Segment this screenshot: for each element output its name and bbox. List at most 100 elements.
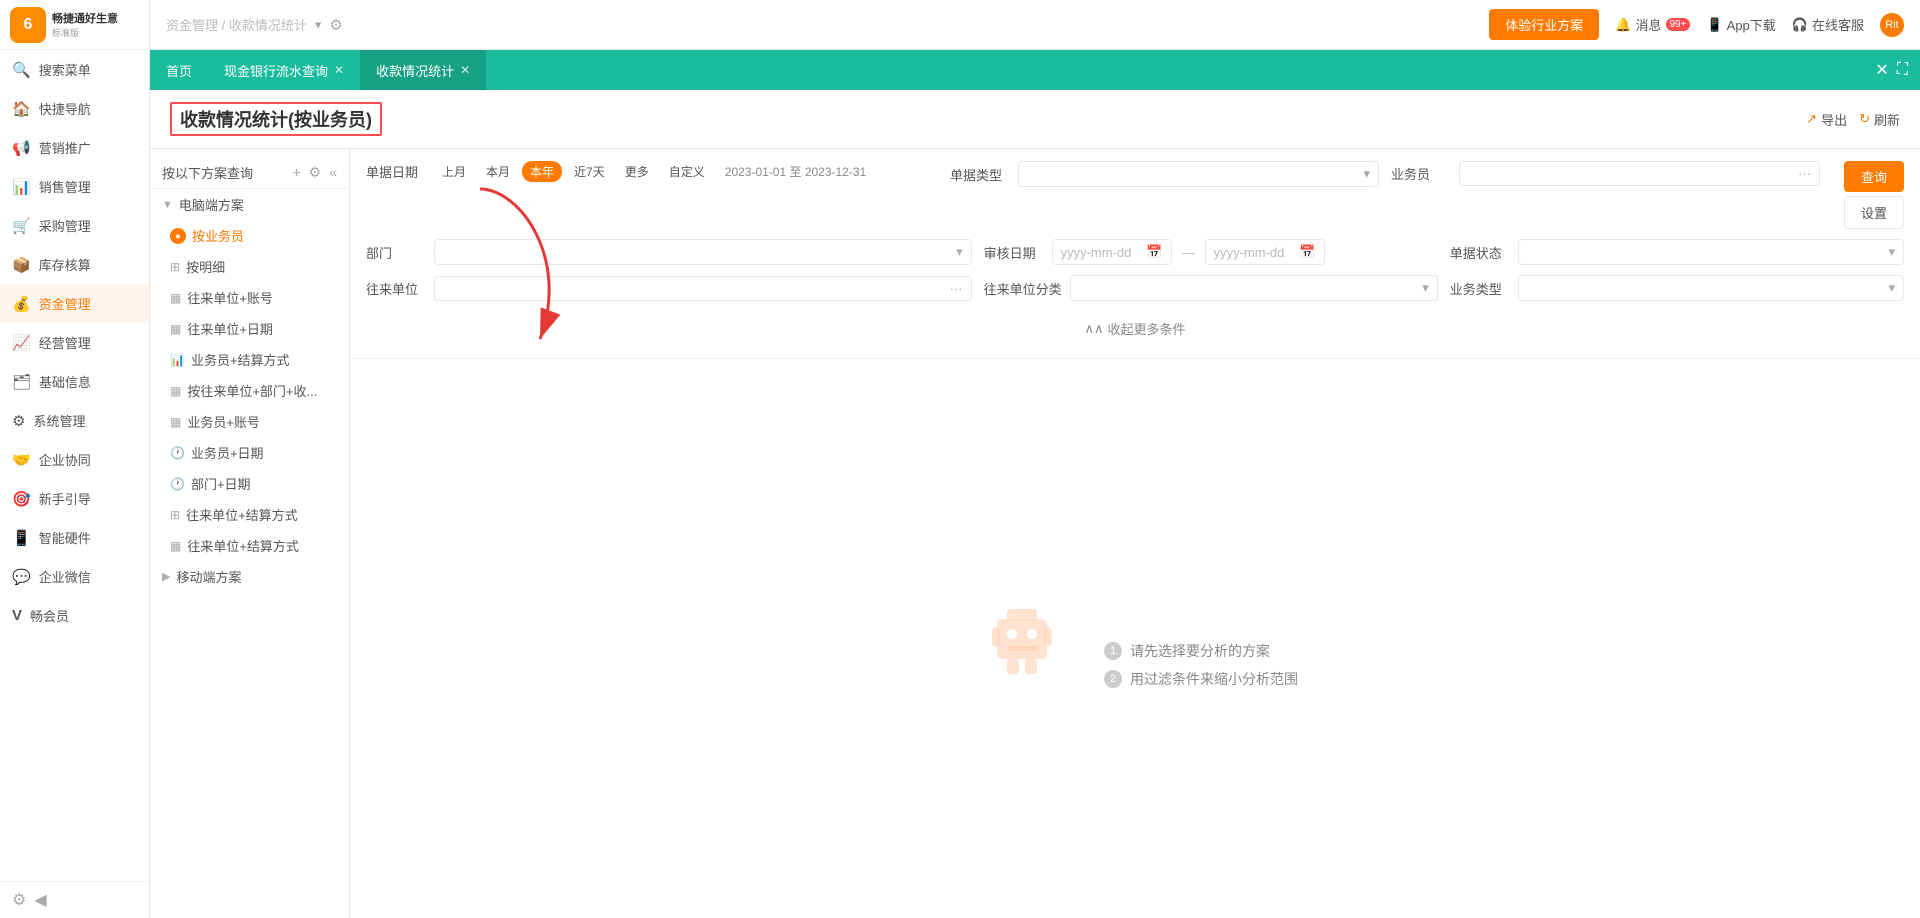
tab-bank[interactable]: 现金银行流水查询 ✕ — [208, 50, 360, 90]
business-type-caret: ▾ — [1888, 280, 1895, 296]
tree-section-desktop-label[interactable]: ▼ 电脑端方案 — [150, 189, 349, 220]
voucher-status-caret: ▾ — [1888, 244, 1895, 260]
bell-icon: 🔔 — [1615, 17, 1631, 33]
scheme-gear-icon[interactable]: ⚙ — [309, 164, 322, 181]
tree-item-partner-dept[interactable]: ▦ 按往来单位+部门+收... — [158, 375, 349, 406]
date-tab-more[interactable]: 更多 — [617, 161, 657, 182]
tree-item-sales-settle[interactable]: 📊 业务员+结算方式 — [158, 344, 349, 375]
query-button[interactable]: 查询 — [1844, 161, 1904, 192]
tree-item-by-salesperson[interactable]: ● 按业务员 — [158, 220, 349, 251]
settings-icon[interactable]: ⚙ — [12, 890, 26, 910]
tree-item-dept-date[interactable]: 🕐 部门+日期 — [158, 468, 349, 499]
sidebar-item-purchase[interactable]: 🛒 采购管理 — [0, 206, 149, 245]
sidebar-item-search[interactable]: 🔍 搜索菜单 — [0, 50, 149, 89]
salesperson-dots[interactable]: ··· — [1798, 166, 1811, 181]
page-content: 收款情况统计(按业务员) ↗ 导出 ↻ 刷新 按以下方案查询 + — [150, 90, 1920, 918]
tab-bank-close-icon[interactable]: ✕ — [334, 63, 344, 77]
tree-icon-partner-settle1: ⊞ — [170, 508, 180, 522]
review-date-from[interactable]: yyyy-mm-dd 📅 — [1052, 239, 1172, 265]
top-header: 资金管理 / 收款情况统计 ▾ ⚙ 体验行业方案 🔔 消息 99+ 📱 App下… — [150, 0, 1920, 50]
member-icon: V — [12, 607, 22, 624]
refresh-button[interactable]: ↻ 刷新 — [1859, 110, 1900, 129]
header-gear-icon[interactable]: ⚙ — [329, 16, 342, 34]
tree-item-salesperson-label: 按业务员 — [192, 226, 244, 245]
sidebar-item-basic[interactable]: 🗂 基础信息 — [0, 362, 149, 401]
sidebar-label-search: 搜索菜单 — [39, 60, 91, 79]
sidebar-item-hardware[interactable]: 📱 智能硬件 — [0, 518, 149, 557]
partner-category-select[interactable]: ▾ — [1070, 275, 1438, 301]
tree-item-sales-account[interactable]: ▦ 业务员+账号 — [158, 406, 349, 437]
partner-select[interactable]: ··· — [434, 276, 972, 301]
dept-select[interactable]: ▾ — [434, 239, 972, 265]
export-button[interactable]: ↗ 导出 — [1806, 110, 1847, 129]
app-download-action[interactable]: 📱 App下载 — [1706, 15, 1775, 34]
partner-dots[interactable]: ··· — [950, 281, 963, 296]
date-tab-custom[interactable]: 自定义 — [661, 161, 713, 182]
user-action[interactable]: Rit — [1880, 13, 1904, 37]
calendar-from-icon: 📅 — [1146, 244, 1162, 260]
sidebar-item-operation[interactable]: 📈 经营管理 — [0, 323, 149, 362]
tree-item-partner-date[interactable]: ▦ 往来单位+日期 — [158, 313, 349, 344]
empty-tip-2: 2 用过滤条件来缩小分析范围 — [1104, 669, 1298, 689]
sidebar-item-inventory[interactable]: 📦 库存核算 — [0, 245, 149, 284]
collapse-sidebar-icon[interactable]: ◀ — [34, 890, 46, 910]
left-panel-header: 按以下方案查询 + ⚙ « — [150, 157, 349, 189]
tab-close-all-icon[interactable]: ✕ — [1875, 60, 1888, 80]
sidebar-item-enterprise[interactable]: 🤝 企业协同 — [0, 440, 149, 479]
sidebar-item-system[interactable]: ⚙ 系统管理 — [0, 401, 149, 440]
headset-icon: 🎧 — [1792, 17, 1808, 33]
tab-receipt[interactable]: 收款情况统计 ✕ — [360, 50, 486, 90]
voucher-type-label: 单据类型 — [950, 165, 1010, 184]
sidebar-label-marketing: 营销推广 — [39, 138, 91, 157]
date-tab-this-month[interactable]: 本月 — [478, 161, 518, 182]
tree-item-sales-date[interactable]: 🕐 业务员+日期 — [158, 437, 349, 468]
sidebar-item-sales[interactable]: 📊 销售管理 — [0, 167, 149, 206]
tree-item-partner-date-label: 往来单位+日期 — [187, 319, 273, 338]
tab-fullscreen-icon[interactable]: ⛶ — [1897, 61, 1908, 79]
tab-home[interactable]: 首页 — [150, 50, 208, 90]
breadcrumb-dropdown-icon[interactable]: ▾ — [315, 17, 322, 33]
tree-item-detail-label: 按明细 — [186, 257, 225, 276]
sidebar-label-wechat: 企业微信 — [39, 567, 91, 586]
business-type-select[interactable]: ▾ — [1518, 275, 1904, 301]
wechat-icon: 💬 — [12, 568, 31, 586]
date-tab-last-month[interactable]: 上月 — [434, 161, 474, 182]
sidebar-item-finance[interactable]: 💰 资金管理 — [0, 284, 149, 323]
tree-section-mobile-label[interactable]: ▶ 移动端方案 — [150, 561, 349, 592]
sidebar-item-marketing[interactable]: 📢 营销推广 — [0, 128, 149, 167]
notification-action[interactable]: 🔔 消息 99+ — [1615, 15, 1690, 34]
query-btn-group: 查询 设置 — [1844, 161, 1904, 229]
customer-service-action[interactable]: 🎧 在线客服 — [1792, 15, 1864, 34]
add-scheme-icon[interactable]: + — [292, 164, 300, 181]
sidebar-logo: 6 畅捷通好生意 标准版 — [0, 0, 149, 50]
tab-receipt-close-icon[interactable]: ✕ — [460, 63, 470, 77]
voucher-status-select[interactable]: ▾ — [1518, 239, 1904, 265]
business-type-label: 业务类型 — [1450, 279, 1510, 298]
partner-category-caret: ▾ — [1422, 280, 1429, 296]
tree-item-partner-account[interactable]: ▦ 往来单位+账号 — [158, 282, 349, 313]
empty-content: 1 请先选择要分析的方案 2 用过滤条件来缩小分析范围 — [972, 589, 1298, 689]
tree-icon-partner-dept: ▦ — [170, 384, 181, 398]
app-download-label: App下载 — [1727, 15, 1776, 34]
setting-button[interactable]: 设置 — [1844, 196, 1904, 229]
collapse-button[interactable]: ∧∧ 收起更多条件 — [1076, 311, 1193, 346]
review-date-to[interactable]: yyyy-mm-dd 📅 — [1205, 239, 1325, 265]
salesperson-select[interactable]: ··· — [1459, 161, 1820, 186]
tip-text-2: 用过滤条件来缩小分析范围 — [1130, 669, 1298, 689]
voucher-type-select[interactable]: ▾ — [1018, 161, 1379, 187]
tree-item-partner-settle1[interactable]: ⊞ 往来单位+结算方式 — [158, 499, 349, 530]
collapse-panel-icon[interactable]: « — [329, 164, 337, 181]
sidebar-item-member[interactable]: V 畅会员 — [0, 596, 149, 635]
date-tab-this-year[interactable]: 本年 — [522, 161, 562, 182]
sidebar-item-newbie[interactable]: 🎯 新手引导 — [0, 479, 149, 518]
tree-item-by-detail[interactable]: ⊞ 按明细 — [158, 251, 349, 282]
trial-button[interactable]: 体验行业方案 — [1489, 9, 1599, 40]
sidebar-item-wechat[interactable]: 💬 企业微信 — [0, 557, 149, 596]
date-tab-7days[interactable]: 近7天 — [566, 161, 613, 182]
tree-item-sales-settle-label: 业务员+结算方式 — [191, 350, 290, 369]
tree-item-partner-settle2[interactable]: ▦ 往来单位+结算方式 — [158, 530, 349, 561]
basic-icon: 🗂 — [12, 373, 31, 391]
tree-expand-arrow: ▼ — [162, 199, 173, 211]
sidebar-item-quicknav[interactable]: 🏠 快捷导航 — [0, 89, 149, 128]
tree-icon-dept-date: 🕐 — [170, 477, 185, 491]
